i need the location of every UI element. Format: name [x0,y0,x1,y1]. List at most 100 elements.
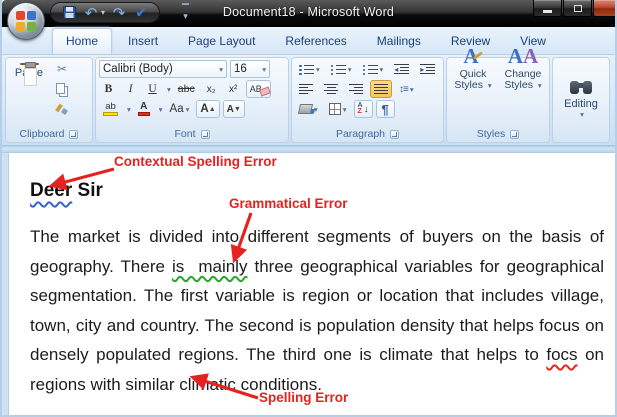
word-window: ↶ ▾ ↷ ✔ ▔▾ Document18 - Microsoft Word H… [0,0,617,417]
document-paragraph: The market is divided into different seg… [30,222,604,399]
change-styles-dropdown-icon: ▾ [538,81,542,90]
change-styles-label: Change Styles [504,68,541,91]
paste-button[interactable]: Paste ▾ [9,60,49,78]
tab-page-layout[interactable]: Page Layout [174,28,269,54]
font-size-dropdown-icon: ▾ [262,65,266,74]
line-spacing-icon: ↕≡ [399,84,408,95]
justify-icon [374,84,388,95]
grammatical-error-annotation: Grammatical Error [229,196,348,211]
borders-button[interactable]: ▾ [325,100,351,118]
font-name-combo[interactable]: Calibri (Body) ▾ [99,60,227,78]
font-name-dropdown-icon: ▾ [219,65,223,74]
font-color-button[interactable]: A [134,100,154,118]
italic-button[interactable]: I [121,80,140,98]
font-group: Calibri (Body) ▾ 16 ▾ B I U ▾ abc [95,57,289,143]
highlight-label: ab [105,102,116,111]
clipboard-dialog-launcher[interactable] [69,130,78,139]
heading-rest: Sir [72,180,103,201]
grammar-error-word: is mainly [172,257,247,276]
change-case-dropdown-icon: ▾ [186,105,190,114]
quick-styles-icon: A [463,45,482,67]
justify-button[interactable] [370,80,392,98]
strikethrough-button[interactable]: abc [174,80,199,98]
decrease-indent-button[interactable] [390,60,413,78]
maximize-button[interactable] [563,0,592,17]
editing-label: Editing [564,98,598,110]
clipboard-group-label: Clipboard [20,128,65,140]
tab-insert[interactable]: Insert [114,28,172,54]
numbering-button[interactable]: ▾ [327,60,356,78]
editing-button[interactable]: Editing ▾ [553,58,609,140]
font-color-label: A [140,102,147,111]
underline-dropdown-icon[interactable]: ▾ [167,85,171,94]
paragraph-dialog-launcher[interactable] [390,130,399,139]
align-right-button[interactable] [345,80,367,98]
highlight-color-bar [103,112,118,116]
title-bar: ↶ ▾ ↷ ✔ ▔▾ Document18 - Microsoft Word [2,0,615,27]
change-styles-button[interactable]: AA Change Styles ▾ [500,59,546,77]
sort-button[interactable]: AZ ↓ [354,100,373,118]
subscript-button[interactable]: x₂ [202,80,221,98]
tab-home[interactable]: Home [52,28,112,54]
grow-font-button[interactable]: A▲ [196,100,219,118]
shading-button[interactable]: ▾ [295,100,322,118]
text-highlight-button[interactable]: ab [99,100,122,118]
line-spacing-button[interactable]: ↕≡▾ [395,80,418,98]
multilevel-list-icon [363,64,378,75]
grow-font-label: A [200,103,208,115]
paste-clipboard-icon [20,63,39,65]
font-size-combo[interactable]: 16 ▾ [230,60,270,78]
tab-mailings[interactable]: Mailings [363,28,435,54]
font-dialog-launcher[interactable] [201,130,210,139]
ribbon: Paste ▾ ✂ Clipboard Cal [2,55,615,145]
office-button[interactable] [7,2,45,40]
align-left-button[interactable] [295,80,317,98]
font-group-label: Font [174,128,195,140]
align-right-icon [349,84,363,95]
show-hide-paragraph-button[interactable]: ¶ [376,100,395,118]
underline-button[interactable]: U [143,80,162,98]
paragraph-group: ▾ ▾ ▾ ↕≡▾ ▾ ▾ [291,57,444,143]
clipboard-group: Paste ▾ ✂ Clipboard [5,57,93,143]
bold-button[interactable]: B [99,80,118,98]
increase-indent-button[interactable] [416,60,439,78]
bullets-button[interactable]: ▾ [295,60,324,78]
change-styles-icon: AA [508,45,538,67]
window-title: Document18 - Microsoft Word [2,5,615,19]
highlight-dropdown-icon[interactable]: ▾ [127,105,131,114]
quick-styles-button[interactable]: A Quick Styles ▾ [450,59,496,77]
multilevel-list-button[interactable]: ▾ [359,60,388,78]
document-area[interactable]: Contextual Spelling Error Grammatical Er… [2,153,615,415]
maximize-icon [574,5,582,12]
decrease-indent-icon [394,64,409,75]
shrink-font-button[interactable]: A▼ [223,100,245,118]
change-case-button[interactable]: Aa ▾ [166,100,194,118]
cut-button[interactable]: ✂ [51,60,73,78]
paragraph-group-label: Paragraph [336,128,385,140]
font-color-dropdown-icon[interactable]: ▾ [159,105,163,114]
document-heading: Deer Sir [30,180,103,202]
close-button[interactable] [593,0,617,17]
document-left-margin-strip [2,153,9,415]
styles-dialog-launcher[interactable] [510,130,519,139]
quick-styles-label: Quick Styles [454,68,486,91]
contextual-spelling-error-annotation: Contextual Spelling Error [114,154,277,169]
sort-az-icon: AZ [358,103,363,115]
minimize-icon [543,10,552,13]
shading-bucket-icon [298,104,313,114]
superscript-button[interactable]: x² [224,80,243,98]
font-color-bar [138,112,150,116]
clear-formatting-button[interactable]: AB [246,80,271,98]
format-painter-button[interactable] [51,100,73,118]
editing-dropdown-icon: ▾ [580,110,584,119]
align-center-button[interactable] [320,80,342,98]
ribbon-bottom-edge [2,145,615,153]
office-logo-icon [16,11,36,31]
font-name-value: Calibri (Body) [103,63,173,75]
sort-arrow-icon: ↓ [364,104,369,115]
copy-button[interactable] [51,80,73,98]
tab-references[interactable]: References [271,28,360,54]
styles-group-label: Styles [477,128,506,140]
borders-icon [329,103,341,115]
minimize-button[interactable] [533,0,562,17]
